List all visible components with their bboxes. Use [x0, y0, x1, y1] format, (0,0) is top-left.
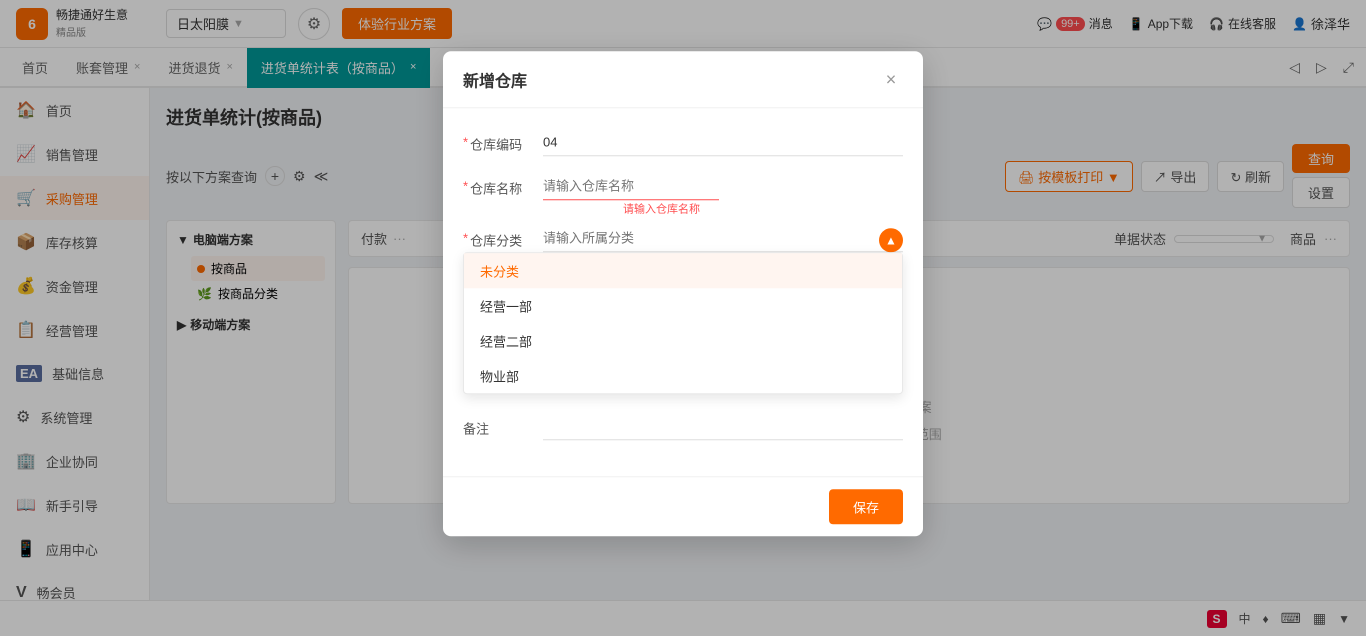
option-dept3[interactable]: 物业部 [464, 358, 902, 393]
required-star3: * [463, 230, 468, 245]
modal-title: 新增仓库 [463, 67, 527, 91]
form-row-category: * 仓库分类 ▲ 未分类 经营一部 经营二部 物业部 [463, 224, 903, 252]
modal-close-button[interactable]: × [879, 67, 903, 91]
option-dept1[interactable]: 经营一部 [464, 288, 902, 323]
required-star2: * [463, 178, 468, 193]
option-uncategorized[interactable]: 未分类 [464, 253, 902, 288]
form-row-notes: 备注 [463, 412, 903, 440]
modal-header: 新增仓库 × [443, 51, 923, 108]
new-warehouse-modal: 新增仓库 × * 仓库编码 * 仓库名称 请输入仓库名称 * [443, 51, 923, 536]
dropdown-arrow-icon[interactable]: ▲ [879, 228, 903, 252]
modal-body: * 仓库编码 * 仓库名称 请输入仓库名称 * 仓库分类 ▲ [443, 108, 923, 476]
save-button[interactable]: 保存 [829, 489, 903, 524]
code-input[interactable] [543, 128, 903, 156]
option-dept2[interactable]: 经营二部 [464, 323, 902, 358]
form-row-name: * 仓库名称 请输入仓库名称 [463, 172, 903, 200]
name-label: * 仓库名称 [463, 172, 543, 197]
notes-label: 备注 [463, 412, 543, 437]
name-input[interactable] [543, 172, 719, 200]
category-dropdown-wrapper: ▲ 未分类 经营一部 经营二部 物业部 [543, 224, 903, 252]
required-star: * [463, 134, 468, 149]
form-row-code: * 仓库编码 [463, 128, 903, 156]
category-dropdown-list: 未分类 经营一部 经营二部 物业部 [463, 252, 903, 394]
notes-input[interactable] [543, 412, 903, 440]
modal-footer: 保存 [443, 476, 923, 536]
category-label: * 仓库分类 [463, 224, 543, 249]
name-error-msg: 请输入仓库名称 [623, 200, 700, 216]
category-input[interactable] [543, 224, 903, 252]
name-input-wrapper: 请输入仓库名称 [543, 172, 903, 200]
code-label: * 仓库编码 [463, 128, 543, 153]
